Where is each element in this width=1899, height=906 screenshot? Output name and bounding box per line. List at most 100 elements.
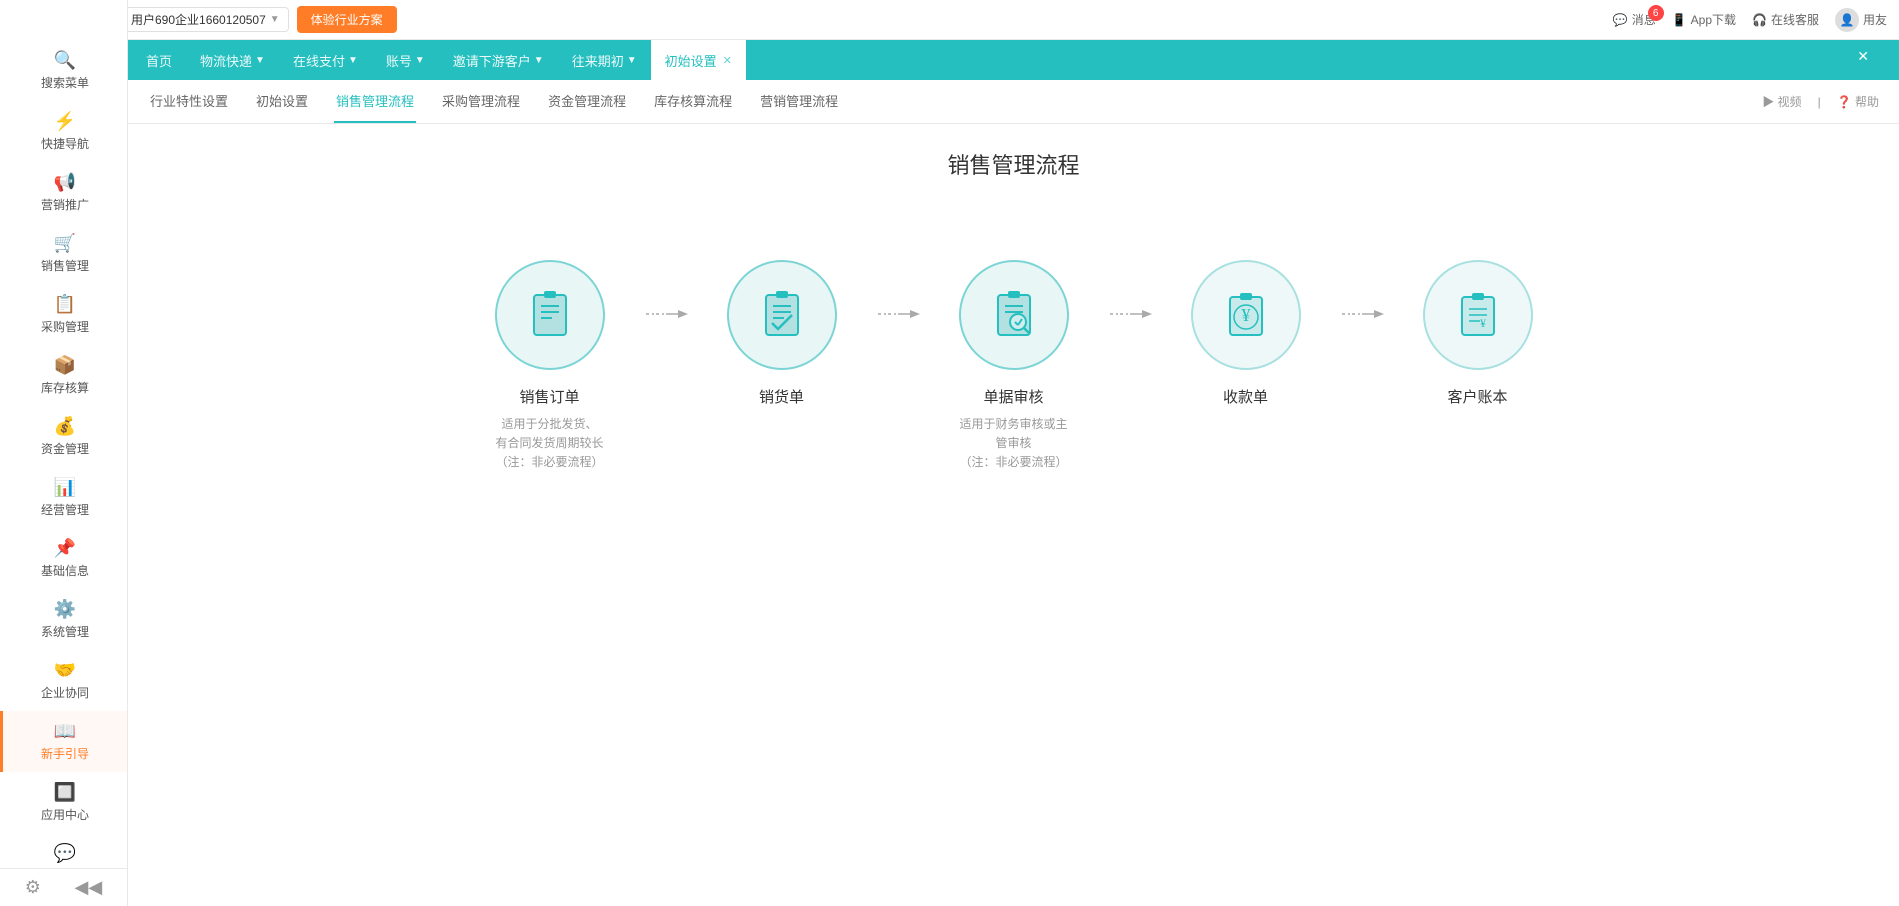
flow-arrow-3 [1104,304,1156,324]
step-desc: 适用于财务审核或主管审核（注：非必要流程） [959,415,1067,473]
online-service-item[interactable]: 🎧 在线客服 [1752,11,1819,28]
cart-icon: 🛒 [54,233,76,254]
lightning-icon: ⚡ [54,111,76,132]
grid-icon: 🔲 [54,782,76,803]
sidebar-item-label: 搜索菜单 [41,74,89,91]
flow-circle-audit [959,260,1069,370]
sidebar-item-finance[interactable]: 💰 资金管理 [0,406,127,467]
sub-tab-industry[interactable]: 行业特性设置 [148,80,230,123]
flow-arrow-1 [640,304,692,324]
top-bar-right: 💬 消息 6 📱 App下载 🎧 在线客服 👤 用友 [1613,8,1887,32]
sidebar-item-basic[interactable]: 📌 基础信息 [0,528,127,589]
pin-icon: 📌 [54,538,76,559]
sidebar-item-label: 应用中心 [41,806,89,823]
sidebar-item-enterprise-collab[interactable]: 🤝 企业协同 [0,650,127,711]
flow-circle-ledger: ¥ [1423,260,1533,370]
user-selector[interactable]: 用户690企业1660120507 ▼ [122,7,289,32]
sidebar-item-label: 系统管理 [41,623,89,640]
nav-tab-label: 账号 [386,51,412,70]
close-window-button[interactable]: ✕ [1857,48,1869,65]
wechat-icon: 💬 [54,843,76,864]
nav-tab-account[interactable]: 账号 ▼ [372,40,439,80]
close-tab-icon[interactable]: ✕ [723,54,732,67]
user-menu-item[interactable]: 👤 用友 [1835,8,1887,32]
message-icon: 💬 [1613,13,1628,27]
sub-tab-purchase-flow[interactable]: 采购管理流程 [440,80,522,123]
nav-tab-period-init[interactable]: 往来期初 ▼ [558,40,651,80]
collapse-sidebar-button[interactable]: ◀◀ [75,877,103,898]
sidebar-item-label: 基础信息 [41,562,89,579]
nav-tab-initial-setup[interactable]: 初始设置 ✕ [651,40,746,80]
nav-tab-label: 邀请下游客户 [453,51,531,70]
flow-diagram: 销售订单 适用于分批发货、有合同发货周期较长（注：非必要流程） [168,240,1859,493]
step-name: 单据审核 [983,386,1043,407]
page-title: 销售管理流程 [168,148,1859,180]
sub-tab-finance-flow[interactable]: 资金管理流程 [546,80,628,123]
sidebar-item-inventory[interactable]: 📦 库存核算 [0,345,127,406]
sidebar-item-purchase[interactable]: 📋 采购管理 [0,284,127,345]
megaphone-icon: 📢 [54,172,76,193]
help-icon: ❓ [1837,95,1852,109]
nav-tab-label: 物流快递 [200,51,252,70]
nav-tab-logistics[interactable]: 物流快递 ▼ [186,40,279,80]
flow-step-sales-order: 销售订单 适用于分批发货、有合同发货周期较长（注：非必要流程） [460,260,640,473]
sidebar: 🔍 搜索菜单 ⚡ 快捷导航 📢 营销推广 🛒 销售管理 📋 采购管理 📦 库存核… [0,0,128,906]
step-name: 销售订单 [519,386,579,407]
flow-arrow-2 [872,304,924,324]
search-icon: 🔍 [54,50,76,71]
app-icon: 📱 [1672,13,1687,27]
sub-tab-inventory-flow[interactable]: 库存核算流程 [652,80,734,123]
app-download-item[interactable]: 📱 App下载 [1672,11,1736,28]
chevron-down-icon: ▼ [415,55,425,66]
page-body: 销售管理流程 销售订单 适用于分批发货、有合同发货周期较长（注：非必要流程） [128,124,1899,517]
sidebar-item-operations[interactable]: 📊 经营管理 [0,467,127,528]
nav-tab-home[interactable]: 首页 [132,40,186,80]
sub-tab-sales-flow[interactable]: 销售管理流程 [334,80,416,123]
sidebar-item-marketing[interactable]: 📢 营销推广 [0,162,127,223]
step-name: 客户账本 [1447,386,1507,407]
sidebar-item-search[interactable]: 🔍 搜索菜单 [0,40,127,101]
sidebar-item-quick[interactable]: ⚡ 快捷导航 [0,101,127,162]
flow-step-receipt: ¥ 收款单 [1156,260,1336,415]
flow-circle-sales-goods [727,260,837,370]
sidebar-item-guide[interactable]: 📖 新手引导 [0,711,127,772]
sidebar-footer: ⚙ ◀◀ [0,868,127,906]
sidebar-item-sales[interactable]: 🛒 销售管理 [0,223,127,284]
svg-text:¥: ¥ [1480,316,1486,330]
help-link[interactable]: ❓ 帮助 [1837,93,1879,110]
sub-tabs: 行业特性设置 初始设置 销售管理流程 采购管理流程 资金管理流程 库存核算流程 … [128,80,1899,124]
chevron-down-icon: ▼ [348,55,358,66]
flow-step-sales-goods: 销货单 [692,260,872,415]
step-desc: 适用于分批发货、有合同发货周期较长（注：非必要流程） [495,415,603,473]
sidebar-item-app-center[interactable]: 🔲 应用中心 [0,772,127,833]
main-content: 行业特性设置 初始设置 销售管理流程 采购管理流程 资金管理流程 库存核算流程 … [128,80,1899,906]
step-name: 销货单 [759,386,804,407]
message-menu-item[interactable]: 💬 消息 6 [1613,11,1656,28]
video-icon: ▶ [1762,95,1774,109]
flow-arrow-4 [1336,304,1388,324]
sidebar-item-label: 快捷导航 [41,135,89,152]
settings-footer-button[interactable]: ⚙ [25,877,41,898]
sidebar-item-label: 新手引导 [41,745,89,762]
sidebar-item-label: 采购管理 [41,318,89,335]
sidebar-item-system[interactable]: ⚙️ 系统管理 [0,589,127,650]
flow-step-ledger: ¥ 客户账本 [1388,260,1568,415]
sidebar-item-label: 经营管理 [41,501,89,518]
nav-tab-label: 首页 [146,51,172,70]
chevron-down-icon: ▼ [255,55,265,66]
svg-text:¥: ¥ [1241,305,1250,325]
nav-tab-invite[interactable]: 邀请下游客户 ▼ [439,40,558,80]
sub-tabs-actions: ▶ 视频 | ❓ 帮助 [1762,93,1879,110]
flow-step-audit: 单据审核 适用于财务审核或主管审核（注：非必要流程） [924,260,1104,473]
sub-tab-initial[interactable]: 初始设置 [254,80,310,123]
gear-icon: ⚙️ [54,599,76,620]
headset-icon: 🎧 [1752,13,1767,27]
nav-tab-payment[interactable]: 在线支付 ▼ [279,40,372,80]
sidebar-item-wechat[interactable]: 💬 企业微信 [0,833,127,868]
trial-button[interactable]: 体验行业方案 [297,6,397,33]
book-icon: 📖 [54,721,76,742]
sidebar-item-label: 销售管理 [41,257,89,274]
sub-tab-marketing-flow[interactable]: 营销管理流程 [758,80,840,123]
handshake-icon: 🤝 [54,660,76,681]
video-link[interactable]: ▶ 视频 [1762,93,1801,110]
